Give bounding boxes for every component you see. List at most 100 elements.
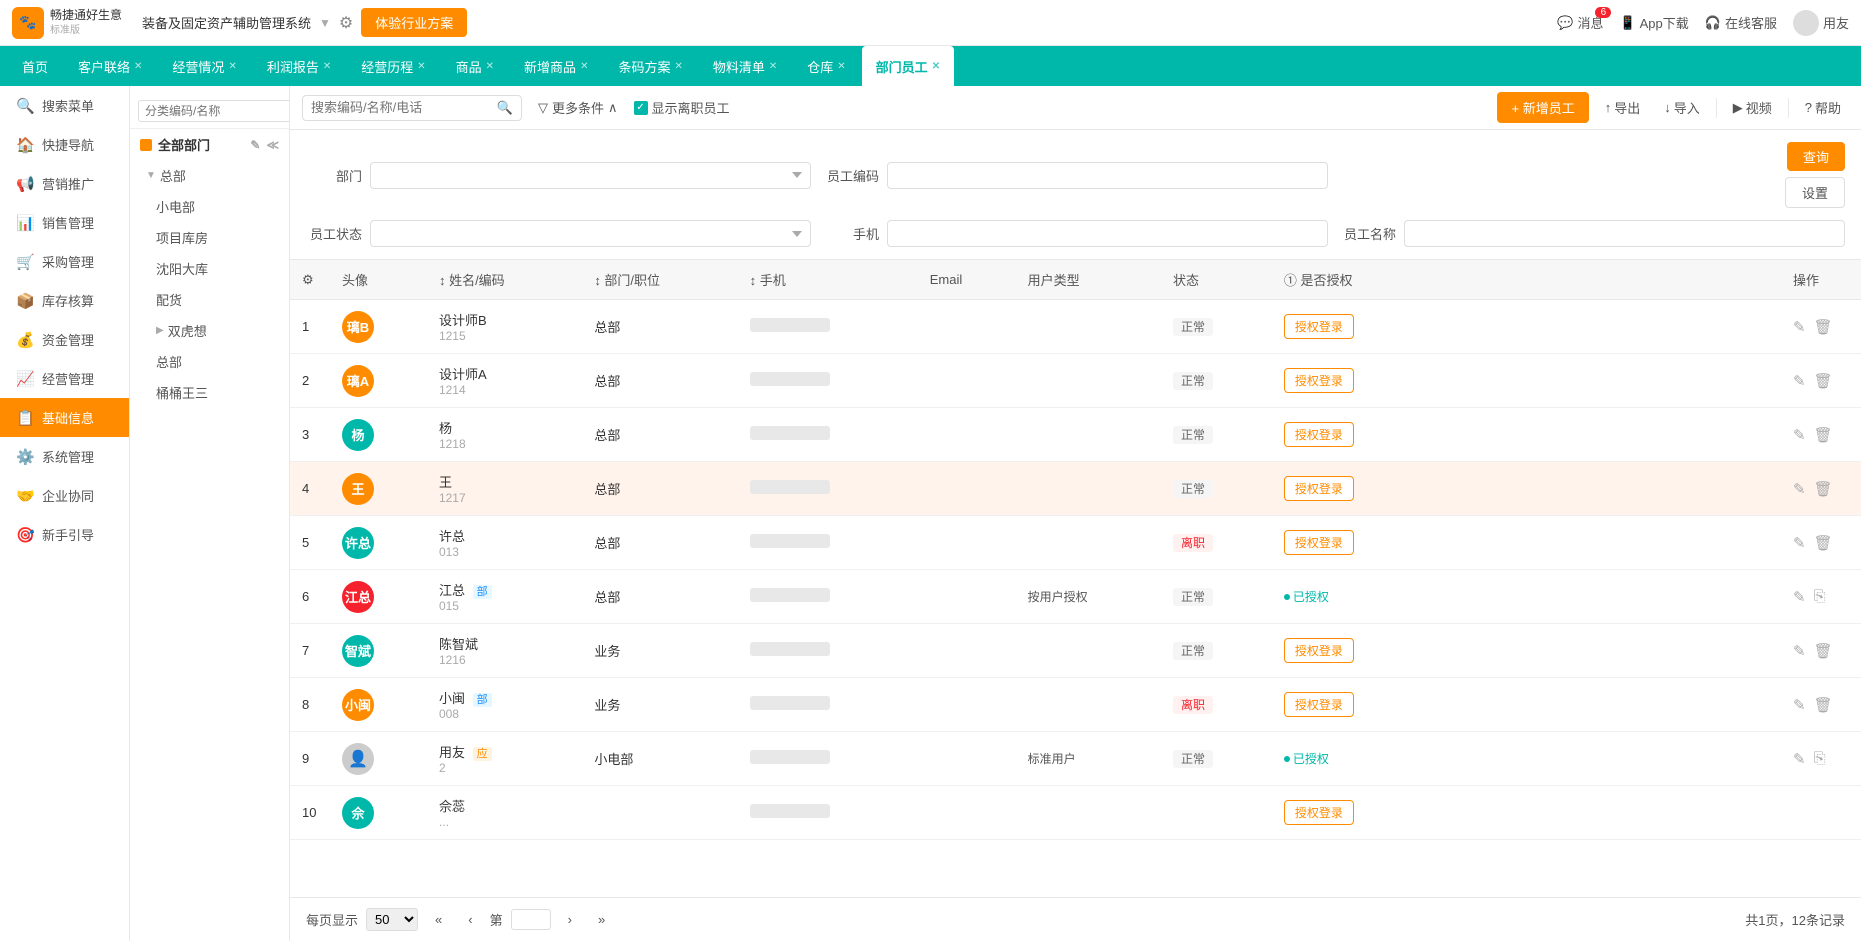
edit-icon[interactable]: ✎ (1793, 696, 1806, 714)
tab-profit[interactable]: 利润报告 ✕ (253, 46, 345, 86)
auth-button[interactable]: 授权登录 (1284, 476, 1354, 501)
tab-history[interactable]: 经营历程 ✕ (347, 46, 439, 86)
edit-icon[interactable]: ✎ (1793, 426, 1806, 444)
search-main-input[interactable] (311, 100, 493, 115)
delete-icon[interactable]: 🗑 (1814, 480, 1833, 498)
tab-goods[interactable]: 商品 ✕ (442, 46, 508, 86)
video-btn[interactable]: ▶ 视频 (1725, 94, 1780, 121)
dept-node-project[interactable]: 项目库房 (130, 222, 289, 253)
copy-icon[interactable]: ⎘ (1814, 750, 1826, 767)
close-icon[interactable]: ✕ (134, 61, 142, 72)
dept-node-shuanghu[interactable]: ▶ 双虎想 (130, 315, 289, 346)
dept-node-shenyang[interactable]: 沈阳大库 (130, 253, 289, 284)
col-settings[interactable]: ⚙ (290, 260, 330, 300)
online-service-btn[interactable]: 🎧 在线客服 (1705, 13, 1777, 32)
close-icon[interactable]: ✕ (323, 61, 331, 72)
trial-button[interactable]: 体验行业方案 (361, 8, 467, 37)
delete-icon[interactable]: 🗑 (1814, 426, 1833, 444)
col-dept[interactable]: ↕ 部门/职位 (582, 260, 737, 300)
dept-node-zongbu-parent[interactable]: ▼ 总部 (130, 160, 289, 191)
gear-icon[interactable]: ⚙ (339, 13, 353, 33)
delete-icon[interactable]: 🗑 (1814, 696, 1833, 714)
auth-button[interactable]: 授权登录 (1284, 800, 1354, 825)
dept-node-xiaodian[interactable]: 小电部 (130, 191, 289, 222)
message-btn[interactable]: 💬 消息 6 (1557, 13, 1603, 32)
user-btn[interactable]: 用友 (1793, 10, 1849, 36)
close-icon[interactable]: ✕ (486, 61, 494, 72)
edit-icon[interactable]: ✎ (1793, 534, 1806, 552)
close-icon[interactable]: ✕ (769, 61, 777, 72)
col-name[interactable]: ↕ 姓名/编码 (427, 260, 582, 300)
edit-icon[interactable]: ✎ (1793, 588, 1806, 606)
edit-icon[interactable]: ✎ (1793, 642, 1806, 660)
auth-button[interactable]: 授权登录 (1284, 422, 1354, 447)
collapse-icon[interactable]: ≪ (266, 138, 279, 152)
tab-bom[interactable]: 物料清单 ✕ (699, 46, 791, 86)
last-page-btn[interactable]: » (589, 908, 614, 931)
export-btn[interactable]: ↑ 导出 (1597, 94, 1649, 121)
dept-node-tongwang[interactable]: 桶桶王三 (130, 377, 289, 408)
show-resigned-toggle[interactable]: ✓ 显示离职员工 (634, 98, 730, 117)
edit-icon[interactable]: ✎ (250, 138, 260, 152)
delete-icon[interactable]: 🗑 (1814, 534, 1833, 552)
filter-btn[interactable]: ▽ 更多条件 ∧ (530, 94, 626, 121)
tab-operation[interactable]: 经营情况 ✕ (158, 46, 250, 86)
sidebar-item-marketing[interactable]: 📢 营销推广 (0, 164, 129, 203)
search-button[interactable]: 查询 (1787, 142, 1845, 171)
sidebar-item-business[interactable]: 📈 经营管理 (0, 359, 129, 398)
page-size-select[interactable]: 50 100 (366, 908, 418, 931)
app-download-btn[interactable]: 📱 App下载 (1619, 13, 1688, 32)
sidebar-item-inventory[interactable]: 📦 库存核算 (0, 281, 129, 320)
sidebar-item-search[interactable]: 🔍 搜索菜单 (0, 86, 129, 125)
first-page-btn[interactable]: « (426, 908, 451, 931)
close-icon[interactable]: ✕ (932, 61, 940, 72)
import-btn[interactable]: ↓ 导入 (1656, 94, 1708, 121)
help-btn[interactable]: ? 帮助 (1797, 94, 1849, 121)
close-icon[interactable]: ✕ (228, 61, 236, 72)
phone-input[interactable] (887, 220, 1328, 247)
dept-node-zongbu[interactable]: 总部 (130, 346, 289, 377)
delete-icon[interactable]: 🗑 (1814, 318, 1833, 336)
tab-new-goods[interactable]: 新增商品 ✕ (510, 46, 602, 86)
sidebar-item-system[interactable]: ⚙️ 系统管理 (0, 437, 129, 476)
auth-button[interactable]: 授权登录 (1284, 530, 1354, 555)
search-main-icon[interactable]: 🔍 (497, 100, 513, 116)
tab-barcode[interactable]: 条码方案 ✕ (604, 46, 696, 86)
sidebar-item-sales[interactable]: 📊 销售管理 (0, 203, 129, 242)
edit-icon[interactable]: ✎ (1793, 750, 1806, 768)
edit-icon[interactable]: ✎ (1793, 318, 1806, 336)
delete-icon[interactable]: 🗑 (1814, 372, 1833, 390)
sidebar-item-basic[interactable]: 📋 基础信息 (0, 398, 129, 437)
tab-customer[interactable]: 客户联络 ✕ (64, 46, 156, 86)
copy-icon[interactable]: ⎘ (1814, 588, 1826, 605)
prev-page-btn[interactable]: ‹ (459, 908, 481, 931)
auth-button[interactable]: 授权登录 (1284, 368, 1354, 393)
auth-button[interactable]: 授权登录 (1284, 638, 1354, 663)
next-page-btn[interactable]: › (559, 908, 581, 931)
status-select[interactable] (370, 220, 811, 247)
tab-home[interactable]: 首页 (8, 46, 62, 86)
auth-button[interactable]: 授权登录 (1284, 314, 1354, 339)
close-icon[interactable]: ✕ (837, 61, 845, 72)
empname-input[interactable] (1404, 220, 1845, 247)
dept-select[interactable] (370, 162, 811, 189)
auth-button[interactable]: 授权登录 (1284, 692, 1354, 717)
tree-search-input[interactable] (138, 100, 290, 122)
sidebar-item-purchase[interactable]: 🛒 采购管理 (0, 242, 129, 281)
sidebar-item-collab[interactable]: 🤝 企业协同 (0, 476, 129, 515)
sidebar-item-nav[interactable]: 🏠 快捷导航 (0, 125, 129, 164)
sidebar-item-finance[interactable]: 💰 资金管理 (0, 320, 129, 359)
close-icon[interactable]: ✕ (580, 61, 588, 72)
tab-warehouse[interactable]: 仓库 ✕ (793, 46, 859, 86)
close-icon[interactable]: ✕ (674, 61, 682, 72)
dept-node-peihuo[interactable]: 配货 (130, 284, 289, 315)
empcode-input[interactable] (887, 162, 1328, 189)
tab-dept-staff[interactable]: 部门员工 ✕ (862, 46, 954, 86)
add-staff-button[interactable]: + 新增员工 (1497, 92, 1588, 123)
close-icon[interactable]: ✕ (417, 61, 425, 72)
col-auth[interactable]: ① 是否授权 (1272, 260, 1435, 300)
edit-icon[interactable]: ✎ (1793, 480, 1806, 498)
current-page-input[interactable]: 1 (511, 909, 551, 930)
reset-button[interactable]: 设置 (1785, 177, 1845, 208)
sidebar-item-guide[interactable]: 🎯 新手引导 (0, 515, 129, 554)
